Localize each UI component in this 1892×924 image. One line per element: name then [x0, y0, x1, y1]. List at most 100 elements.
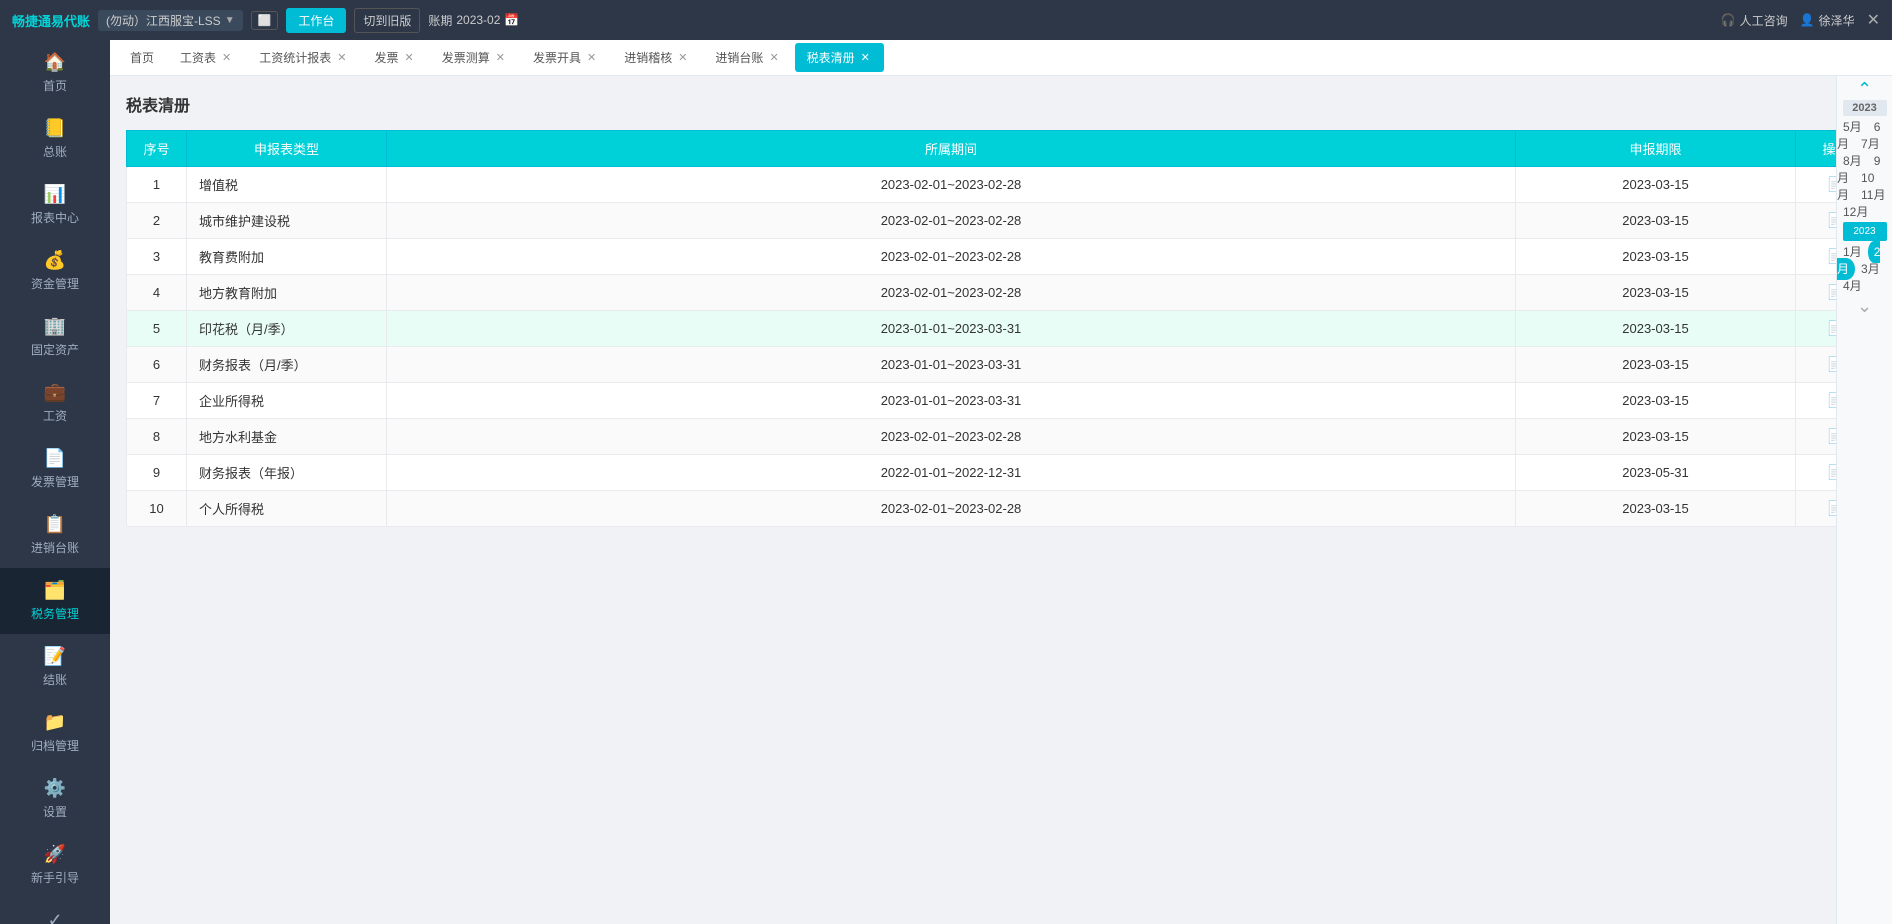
cell-seq: 7	[127, 383, 187, 419]
sidebar-label-ledger: 总账	[43, 143, 67, 160]
cell-declare: 2023-03-15	[1516, 491, 1796, 527]
period-label: 账期 2023-02 📅	[428, 12, 519, 29]
top-bar: 畅捷通易代账 (勿动）江西服宝-LSS ▼ ⬜ 工作台 切到旧版 账期 2023…	[0, 0, 1892, 40]
cell-type: 个人所得税	[187, 491, 387, 527]
cell-type: 印花税（月/季）	[187, 311, 387, 347]
tab-label-vat-ledger: 进销台账	[715, 49, 763, 66]
tab-invoice-calc[interactable]: 发票测算✕	[430, 43, 519, 72]
funds-icon: 💰	[44, 250, 66, 271]
cell-type: 增值税	[187, 167, 387, 203]
member-icon: ✓	[47, 910, 62, 924]
table-row: 7 企业所得税 2023-01-01~2023-03-31 2023-03-15…	[127, 383, 1876, 419]
cell-declare: 2023-03-15	[1516, 419, 1796, 455]
tab-vat-ledger[interactable]: 进销台账 ✕	[703, 43, 792, 72]
table-row: 8 地方水利基金 2023-02-01~2023-02-28 2023-03-1…	[127, 419, 1876, 455]
sidebar-label-assets: 固定资产	[31, 341, 79, 358]
cell-type: 财务报表（年报）	[187, 455, 387, 491]
calendar-icon[interactable]: 📅	[504, 13, 519, 27]
switch-mode-button[interactable]: 切到旧版	[354, 8, 420, 33]
cell-declare: 2023-03-15	[1516, 167, 1796, 203]
calendar-month-12月[interactable]: 12月	[1837, 201, 1874, 223]
assets-icon: 🏢	[44, 316, 66, 337]
sidebar-item-reports[interactable]: 📊 报表中心	[0, 172, 110, 238]
tab-close-vat-ledger[interactable]: ✕	[767, 51, 780, 64]
page-content: 税表清册 ↻ 刷新 序号 申报表类型 所属期间 申报期限 操作	[110, 76, 1892, 924]
cell-declare: 2023-03-15	[1516, 203, 1796, 239]
sidebar-item-settle[interactable]: 📝结账	[0, 634, 110, 700]
page-title: 税表清册	[126, 92, 190, 116]
sidebar-item-funds[interactable]: 💰 资金管理	[0, 238, 110, 304]
sidebar-label-settings: 设置	[43, 803, 67, 820]
sidebar-item-invoice[interactable]: 📄 发票管理	[0, 436, 110, 502]
cell-period: 2023-02-01~2023-02-28	[387, 167, 1516, 203]
sidebar-item-archive[interactable]: 📁归档管理	[0, 700, 110, 766]
tab-close-invoice[interactable]: ✕	[403, 51, 416, 64]
tab-close-salary-report[interactable]: ✕	[335, 51, 348, 64]
copy-button[interactable]: ⬜	[251, 11, 279, 30]
reports-icon: 📊	[44, 184, 66, 205]
sidebar-label-invoice: 发票管理	[31, 473, 79, 490]
tab-close-invoice-calc[interactable]: ✕	[494, 51, 507, 64]
table-row: 5 印花税（月/季） 2023-01-01~2023-03-31 2023-03…	[127, 311, 1876, 347]
tab-salary[interactable]: 工资表 ✕	[168, 43, 245, 72]
tax-icon: 🗂️	[44, 580, 66, 601]
company-selector[interactable]: (勿动）江西服宝-LSS ▼	[98, 10, 243, 31]
sidebar: 🏠首页📒总账 📊 报表中心 💰 资金管理 🏢 固定资产 💼工资 📄 发票管理 📋 进销台账 🗂️ 税务管理…	[0, 40, 110, 924]
cell-period: 2023-01-01~2023-03-31	[387, 311, 1516, 347]
cell-type: 财务报表（月/季）	[187, 347, 387, 383]
close-button[interactable]: ✕	[1867, 10, 1880, 30]
app-logo: 畅捷通易代账	[12, 11, 90, 30]
tab-vat-check[interactable]: 进销稽核✕	[612, 43, 701, 72]
cell-type: 教育费附加	[187, 239, 387, 275]
cell-declare: 2023-05-31	[1516, 455, 1796, 491]
cell-type: 地方水利基金	[187, 419, 387, 455]
sidebar-item-newbie[interactable]: 🚀新手引导	[0, 832, 110, 898]
cell-seq: 1	[127, 167, 187, 203]
tab-close-invoice-open[interactable]: ✕	[585, 51, 598, 64]
top-bar-right: 🎧 人工咨询 👤 徐泽华 ✕	[1721, 10, 1880, 30]
main-layout: 🏠首页📒总账 📊 报表中心 💰 资金管理 🏢 固定资产 💼工资 📄 发票管理 📋 进销台账 🗂️ 税务管理…	[0, 40, 1892, 924]
salary-icon: 💼	[44, 382, 66, 403]
tab-close-salary[interactable]: ✕	[220, 51, 233, 64]
cell-seq: 3	[127, 239, 187, 275]
sidebar-item-input-vat[interactable]: 📋 进销台账	[0, 502, 110, 568]
tab-home[interactable]: 首页	[118, 43, 166, 72]
sidebar-item-salary[interactable]: 💼工资	[0, 370, 110, 436]
sidebar-label-archive: 归档管理	[31, 737, 79, 754]
tab-close-tax-list[interactable]: ✕	[859, 51, 872, 64]
user-profile[interactable]: 👤 徐泽华	[1800, 12, 1855, 29]
sidebar-item-ledger[interactable]: 📒总账	[0, 106, 110, 172]
sidebar-label-funds: 资金管理	[31, 275, 79, 292]
calendar-up-icon[interactable]: ⌃	[1857, 80, 1872, 98]
content-area: 首页工资表✕工资统计报表✕发票✕发票测算✕发票开具✕进销稽核✕进销台账✕税表清册…	[110, 40, 1892, 924]
tab-invoice[interactable]: 发票✕	[362, 43, 427, 72]
cell-seq: 4	[127, 275, 187, 311]
tab-close-vat-check[interactable]: ✕	[676, 51, 689, 64]
sidebar-item-tax[interactable]: 🗂️ 税务管理	[0, 568, 110, 634]
tab-salary-report[interactable]: 工资统计报表✕	[247, 43, 360, 72]
tab-tax-list[interactable]: 税表清册✕	[795, 43, 884, 72]
table-row: 3 教育费附加 2023-02-01~2023-02-28 2023-03-15…	[127, 239, 1876, 275]
sidebar-item-assets[interactable]: 🏢 固定资产	[0, 304, 110, 370]
input-vat-icon: 📋	[44, 514, 66, 535]
tab-label-home: 首页	[130, 49, 154, 66]
sidebar-item-home[interactable]: 🏠首页	[0, 40, 110, 106]
workbench-button[interactable]: 工作台	[286, 8, 346, 33]
tax-table: 序号 申报表类型 所属期间 申报期限 操作 1 增值税 2023-02-01~2…	[126, 130, 1876, 527]
sidebar-label-reports: 报表中心	[31, 209, 79, 226]
sidebar-label-tax: 税务管理	[31, 605, 79, 622]
calendar-down-icon[interactable]: ⌄	[1857, 296, 1872, 317]
sidebar-item-member[interactable]: ✓畅会员	[0, 898, 110, 924]
tab-invoice-open[interactable]: 发票开具✕	[521, 43, 610, 72]
calendar-year-2023[interactable]: 2023	[1843, 222, 1887, 241]
cell-declare: 2023-03-15	[1516, 239, 1796, 275]
company-name: (勿动）江西服宝-LSS	[106, 12, 221, 29]
calendar-month-2024-4月[interactable]: 4月	[1837, 275, 1868, 297]
tab-label-salary: 工资表	[180, 49, 216, 66]
cell-type: 城市维护建设税	[187, 203, 387, 239]
invoice-icon: 📄	[44, 448, 66, 469]
sidebar-label-input-vat: 进销台账	[31, 539, 79, 556]
sidebar-item-settings[interactable]: ⚙️设置	[0, 766, 110, 832]
tab-bar: 首页工资表✕工资统计报表✕发票✕发票测算✕发票开具✕进销稽核✕进销台账✕税表清册…	[110, 40, 1892, 76]
ai-consult-button[interactable]: 🎧 人工咨询	[1721, 12, 1788, 29]
